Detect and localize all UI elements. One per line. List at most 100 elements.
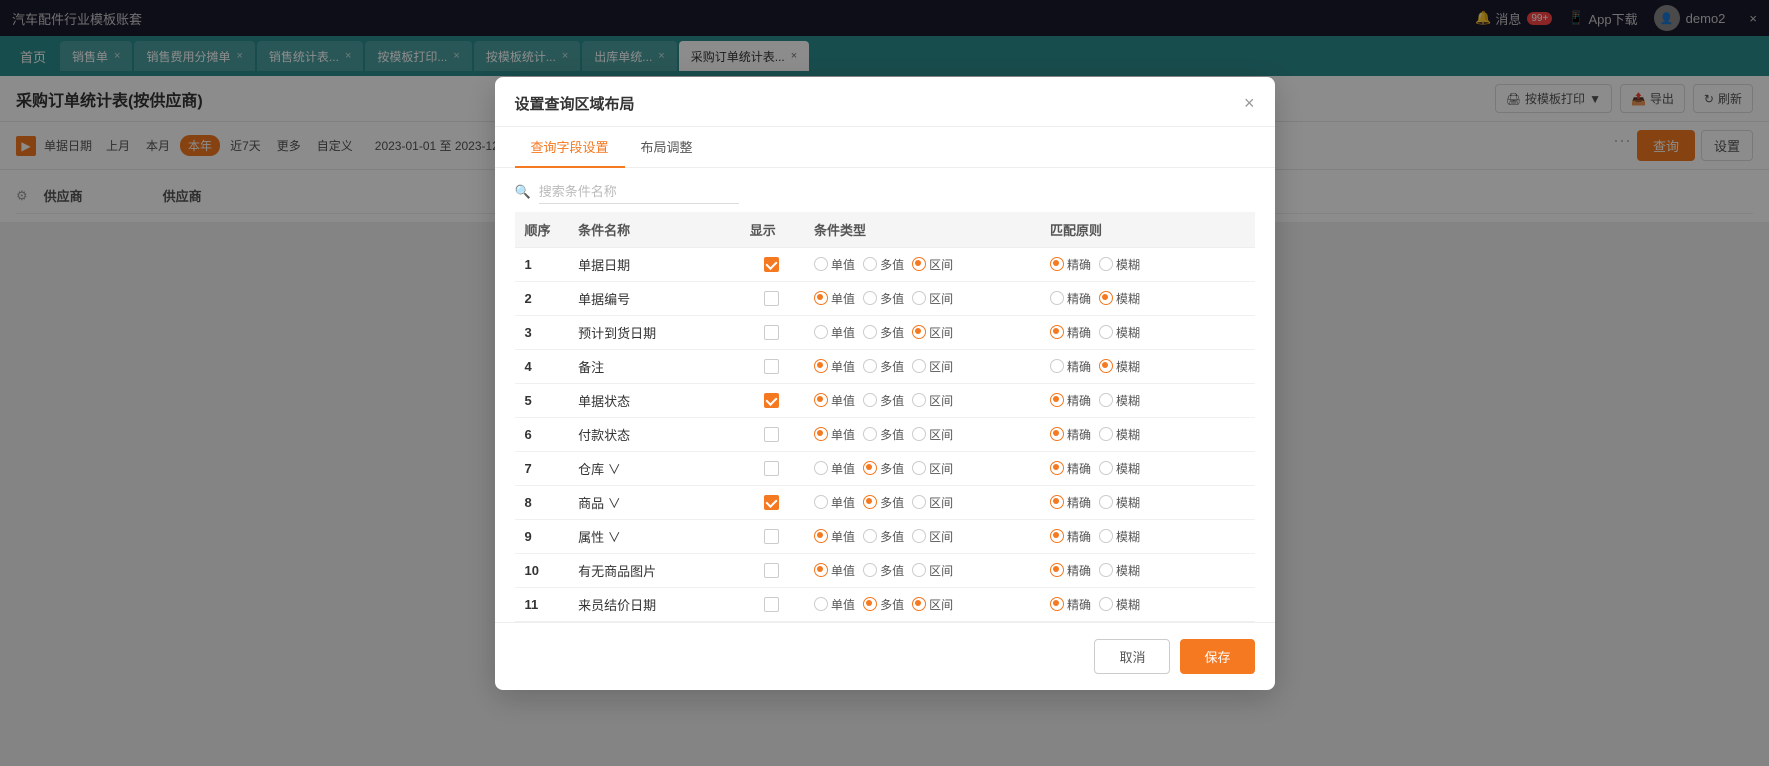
row-match-radios: 精确模糊 xyxy=(1040,485,1255,519)
checkbox[interactable] xyxy=(764,529,779,544)
row-type-radios: 单值多值区间 xyxy=(804,349,1040,383)
row-match-radios: 精确模糊 xyxy=(1040,519,1255,553)
radio-type-single[interactable]: 单值 xyxy=(814,494,855,511)
radio-type-single[interactable]: 单值 xyxy=(814,562,855,579)
radio-match-fuzzy[interactable]: 模糊 xyxy=(1099,528,1140,545)
radio-type-single[interactable]: 单值 xyxy=(814,290,855,307)
checkbox[interactable] xyxy=(764,325,779,340)
radio-dot xyxy=(1099,461,1113,475)
radio-dot xyxy=(1050,563,1064,577)
radio-type-multi[interactable]: 多值 xyxy=(863,358,904,375)
dialog-close-button[interactable]: × xyxy=(1244,93,1255,114)
checkbox[interactable] xyxy=(764,359,779,374)
row-condition-name: 备注 xyxy=(568,349,740,383)
row-show-checkbox[interactable] xyxy=(740,349,804,383)
row-type-radios: 单值多值区间 xyxy=(804,247,1040,281)
radio-type-multi[interactable]: 多值 xyxy=(863,290,904,307)
checkbox[interactable] xyxy=(764,563,779,578)
radio-type-single[interactable]: 单值 xyxy=(814,426,855,443)
row-show-checkbox[interactable] xyxy=(740,315,804,349)
radio-type-single[interactable]: 单值 xyxy=(814,358,855,375)
radio-type-single[interactable]: 单值 xyxy=(814,392,855,409)
table-row: 5单据状态单值多值区间精确模糊 xyxy=(515,383,1255,417)
radio-type-single[interactable]: 单值 xyxy=(814,324,855,341)
radio-type-single[interactable]: 单值 xyxy=(814,460,855,477)
radio-type-multi[interactable]: 多值 xyxy=(863,460,904,477)
radio-type-multi[interactable]: 多值 xyxy=(863,596,904,613)
radio-type-range[interactable]: 区间 xyxy=(912,290,953,307)
radio-match-fuzzy[interactable]: 模糊 xyxy=(1099,460,1140,477)
checkbox[interactable] xyxy=(764,291,779,306)
radio-match-exact[interactable]: 精确 xyxy=(1050,324,1091,341)
radio-match-fuzzy[interactable]: 模糊 xyxy=(1099,596,1140,613)
radio-match-exact[interactable]: 精确 xyxy=(1050,596,1091,613)
radio-match-exact[interactable]: 精确 xyxy=(1050,460,1091,477)
radio-type-range[interactable]: 区间 xyxy=(912,562,953,579)
row-show-checkbox[interactable] xyxy=(740,247,804,281)
radio-type-range[interactable]: 区间 xyxy=(912,460,953,477)
radio-match-fuzzy[interactable]: 模糊 xyxy=(1099,324,1140,341)
save-button[interactable]: 保存 xyxy=(1180,639,1254,674)
row-show-checkbox[interactable] xyxy=(740,383,804,417)
radio-type-range[interactable]: 区间 xyxy=(912,596,953,613)
checkbox[interactable] xyxy=(764,495,779,510)
checkbox[interactable] xyxy=(764,597,779,612)
row-show-checkbox[interactable] xyxy=(740,485,804,519)
radio-type-range[interactable]: 区间 xyxy=(912,426,953,443)
cancel-button[interactable]: 取消 xyxy=(1094,639,1170,674)
radio-match-exact[interactable]: 精确 xyxy=(1050,494,1091,511)
radio-type-range[interactable]: 区间 xyxy=(912,358,953,375)
radio-type-multi[interactable]: 多值 xyxy=(863,494,904,511)
row-show-checkbox[interactable] xyxy=(740,587,804,621)
radio-type-range[interactable]: 区间 xyxy=(912,528,953,545)
radio-dot xyxy=(1050,393,1064,407)
radio-type-range[interactable]: 区间 xyxy=(912,392,953,409)
search-input[interactable] xyxy=(539,180,739,204)
radio-type-multi[interactable]: 多值 xyxy=(863,562,904,579)
row-show-checkbox[interactable] xyxy=(740,451,804,485)
radio-match-exact[interactable]: 精确 xyxy=(1050,528,1091,545)
radio-match-exact[interactable]: 精确 xyxy=(1050,392,1091,409)
radio-match-exact[interactable]: 精确 xyxy=(1050,290,1091,307)
checkbox[interactable] xyxy=(764,427,779,442)
radio-match-exact[interactable]: 精确 xyxy=(1050,426,1091,443)
row-show-checkbox[interactable] xyxy=(740,519,804,553)
row-show-checkbox[interactable] xyxy=(740,281,804,315)
table-row: 3预计到货日期单值多值区间精确模糊 xyxy=(515,315,1255,349)
tab-layout-adjust[interactable]: 布局调整 xyxy=(625,127,709,168)
radio-dot xyxy=(863,529,877,543)
table-row: 8商品 ∨单值多值区间精确模糊 xyxy=(515,485,1255,519)
radio-type-range[interactable]: 区间 xyxy=(912,324,953,341)
radio-type-multi[interactable]: 多值 xyxy=(863,426,904,443)
row-condition-name: 来员结价日期 xyxy=(568,587,740,621)
radio-match-exact[interactable]: 精确 xyxy=(1050,562,1091,579)
radio-type-multi[interactable]: 多值 xyxy=(863,324,904,341)
radio-match-exact[interactable]: 精确 xyxy=(1050,358,1091,375)
radio-type-single[interactable]: 单值 xyxy=(814,596,855,613)
radio-dot xyxy=(863,427,877,441)
row-condition-name: 单据日期 xyxy=(568,247,740,281)
radio-match-fuzzy[interactable]: 模糊 xyxy=(1099,494,1140,511)
radio-type-multi[interactable]: 多值 xyxy=(863,256,904,273)
tab-query-fields[interactable]: 查询字段设置 xyxy=(515,127,625,168)
radio-type-multi[interactable]: 多值 xyxy=(863,528,904,545)
row-show-checkbox[interactable] xyxy=(740,417,804,451)
radio-type-range[interactable]: 区间 xyxy=(912,256,953,273)
radio-match-fuzzy[interactable]: 模糊 xyxy=(1099,392,1140,409)
radio-match-exact[interactable]: 精确 xyxy=(1050,256,1091,273)
radio-match-fuzzy[interactable]: 模糊 xyxy=(1099,256,1140,273)
radio-type-multi[interactable]: 多值 xyxy=(863,392,904,409)
row-show-checkbox[interactable] xyxy=(740,553,804,587)
radio-match-fuzzy[interactable]: 模糊 xyxy=(1099,358,1140,375)
radio-type-range[interactable]: 区间 xyxy=(912,494,953,511)
radio-type-single[interactable]: 单值 xyxy=(814,528,855,545)
radio-match-fuzzy[interactable]: 模糊 xyxy=(1099,426,1140,443)
radio-dot xyxy=(863,325,877,339)
radio-type-single[interactable]: 单值 xyxy=(814,256,855,273)
row-condition-name: 付款状态 xyxy=(568,417,740,451)
radio-match-fuzzy[interactable]: 模糊 xyxy=(1099,290,1140,307)
radio-match-fuzzy[interactable]: 模糊 xyxy=(1099,562,1140,579)
checkbox[interactable] xyxy=(764,257,779,272)
checkbox[interactable] xyxy=(764,393,779,408)
checkbox[interactable] xyxy=(764,461,779,476)
